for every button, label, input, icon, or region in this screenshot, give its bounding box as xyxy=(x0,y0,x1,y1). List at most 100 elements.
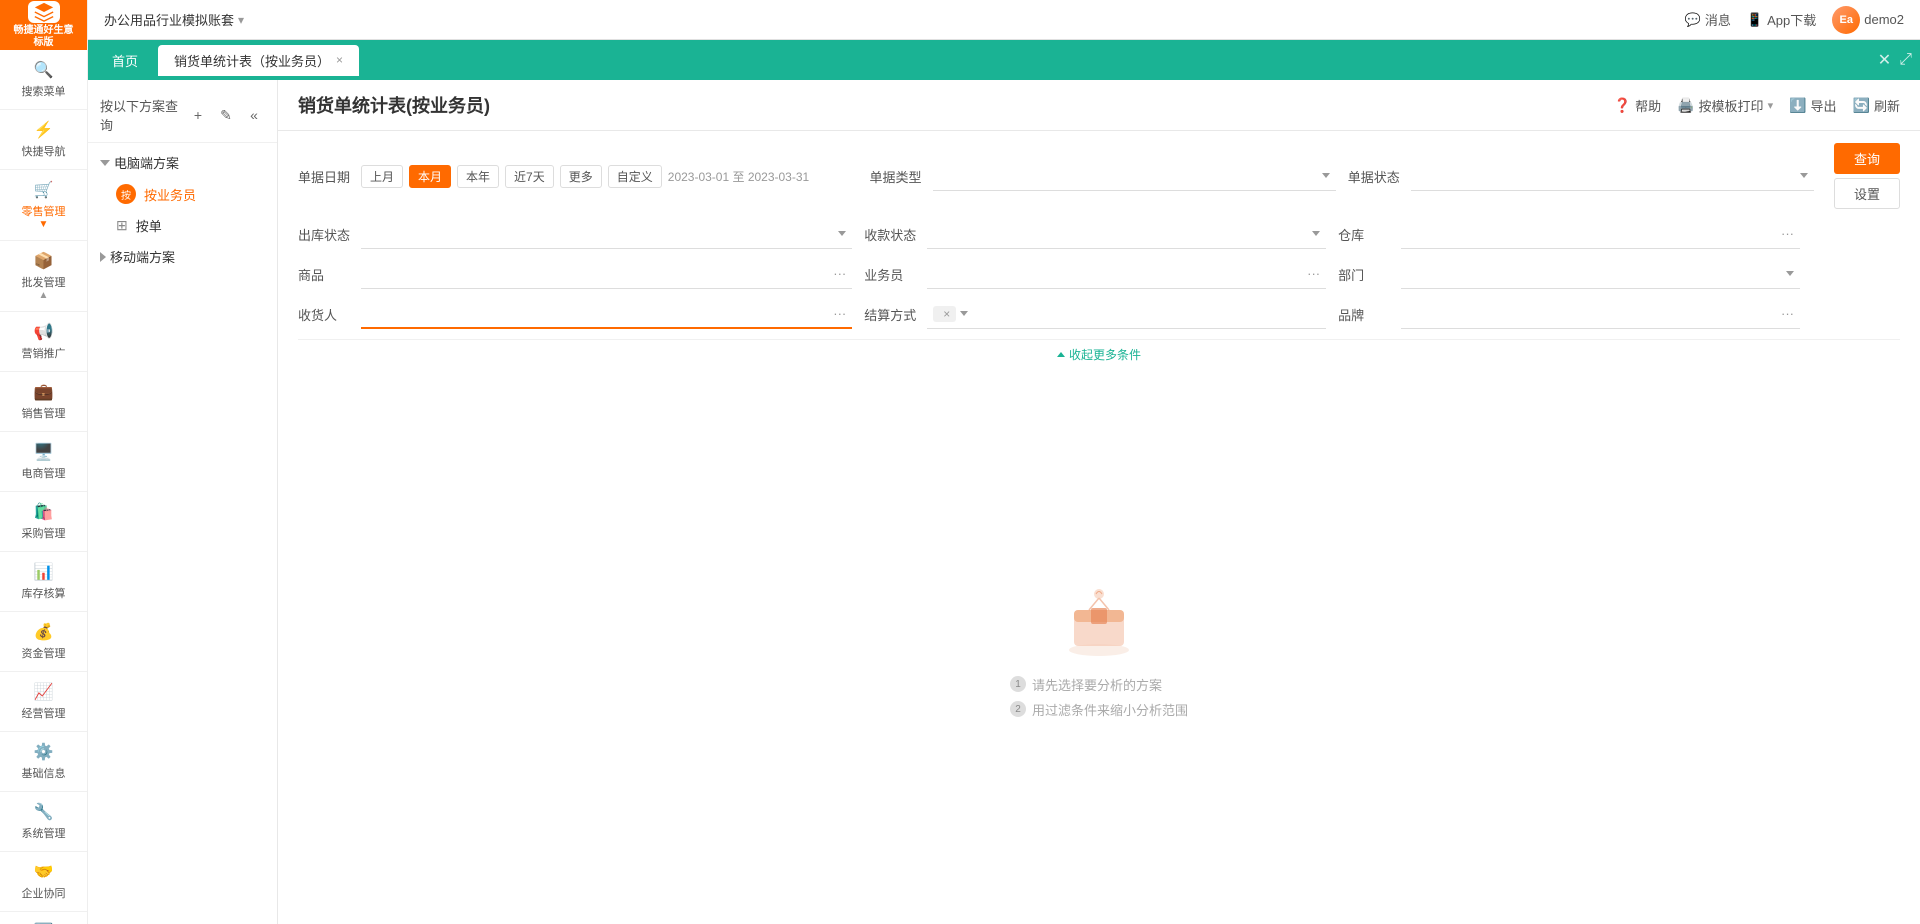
filter-goods-field[interactable]: ··· xyxy=(361,259,852,289)
export-icon: ⬇️ xyxy=(1789,97,1806,114)
settings-btn[interactable]: 设置 xyxy=(1834,178,1900,209)
help-btn[interactable]: ❓ 帮助 xyxy=(1614,96,1661,115)
date-more-btn[interactable]: 更多 xyxy=(560,165,602,188)
message-icon: 💬 xyxy=(1685,12,1701,28)
date-current-month-btn[interactable]: 本月 xyxy=(409,165,451,188)
scheme-item-by-order[interactable]: ⊞ 按单 xyxy=(88,210,277,241)
tab-home[interactable]: 首页 xyxy=(96,45,154,76)
inventory-icon: 📊 xyxy=(34,562,54,582)
filter-settlement-tag: × xyxy=(933,306,956,322)
filter-type-dropdown-icon xyxy=(1322,173,1330,178)
search-icon: 🔍 xyxy=(34,60,54,80)
sidebar-item-newuser[interactable]: 🆕 新手引导 xyxy=(0,912,87,924)
date-custom-btn[interactable]: 自定义 xyxy=(608,165,662,188)
sidebar-item-basic[interactable]: ⚙️ 基础信息 xyxy=(0,732,87,792)
tab-close-btn[interactable]: × xyxy=(336,53,343,67)
sidebar-item-marketing[interactable]: 📢 营销推广 xyxy=(0,312,87,372)
sidebar-item-finance[interactable]: 💰 资金管理 xyxy=(0,612,87,672)
wholesale-icon: 📦 xyxy=(34,251,54,271)
filter-salesperson-more-icon[interactable]: ··· xyxy=(1307,266,1320,281)
logo-main-text: 畅捷通好生意 xyxy=(14,25,74,37)
filter-type-field[interactable] xyxy=(933,161,1336,191)
sidebar-item-purchase[interactable]: 🛍️ 采购管理 xyxy=(0,492,87,552)
collapse-panel-btn[interactable]: « xyxy=(243,104,265,126)
sidebar-item-operations[interactable]: 📈 经营管理 xyxy=(0,672,87,732)
filter-settlement-label: 结算方式 xyxy=(864,305,919,324)
filter-goods-more-icon[interactable]: ··· xyxy=(833,266,846,281)
page-actions: ❓ 帮助 🖨️ 按模板打印 ▾ ⬇️ 导出 � xyxy=(1614,96,1900,115)
filter-warehouse-label: 仓库 xyxy=(1338,225,1393,244)
filter-date-item: 单据日期 上月 本月 本年 近7天 更多 自定义 2023-03-01 至 20… xyxy=(298,165,858,188)
operations-icon: 📈 xyxy=(34,682,54,702)
desktop-scheme-expand-icon xyxy=(100,160,110,166)
filter-brand-more-icon[interactable]: ··· xyxy=(1781,306,1794,321)
scheme-item-by-salesperson[interactable]: 按 按业务员 xyxy=(88,178,277,210)
topbar-right: 💬 消息 📱 App下载 Ea demo2 xyxy=(1685,6,1904,34)
left-panel-actions: + ✎ « xyxy=(187,104,265,126)
print-dropdown-icon[interactable]: ▾ xyxy=(1768,99,1774,112)
wholesale-expand-icon: ▲ xyxy=(39,290,49,301)
filter-receiver-field[interactable]: ··· xyxy=(361,299,852,329)
filter-status-label: 单据状态 xyxy=(1348,167,1403,186)
collapse-filter-icon xyxy=(1057,352,1065,357)
app-download-btn[interactable]: 📱 App下载 xyxy=(1747,10,1816,29)
system-icon: 🔧 xyxy=(34,802,54,822)
empty-illustration xyxy=(1049,580,1149,663)
user-profile[interactable]: Ea demo2 xyxy=(1832,6,1904,34)
sidebar-item-sales[interactable]: 💼 销售管理 xyxy=(0,372,87,432)
filter-status-dropdown-icon xyxy=(1800,173,1808,178)
tab-active-label: 销货单统计表（按业务员） xyxy=(174,51,330,70)
filter-warehouse-item: 仓库 ··· xyxy=(1338,219,1800,249)
query-btn[interactable]: 查询 xyxy=(1834,143,1900,174)
sidebar-item-system[interactable]: 🔧 系统管理 xyxy=(0,792,87,852)
date-prev-month-btn[interactable]: 上月 xyxy=(361,165,403,188)
company-dropdown-icon[interactable]: ▾ xyxy=(238,13,244,27)
content-area: 按以下方案查询 + ✎ « 电脑端方案 xyxy=(88,80,1920,924)
edit-scheme-btn[interactable]: ✎ xyxy=(215,104,237,126)
desktop-scheme-header[interactable]: 电脑端方案 xyxy=(88,147,277,178)
avatar: Ea xyxy=(1832,6,1860,34)
filter-payment-field[interactable] xyxy=(927,219,1326,249)
page-header: 销货单统计表(按业务员) ❓ 帮助 🖨️ 按模板打印 ▾ ⬇️ xyxy=(278,80,1920,131)
filter-brand-label: 品牌 xyxy=(1338,305,1393,324)
sidebar-item-search[interactable]: 🔍 搜索菜单 xyxy=(0,50,87,110)
tab-close-window-btn[interactable]: ✕ xyxy=(1878,50,1891,70)
collapse-filter-btn[interactable]: 收起更多条件 xyxy=(298,339,1900,369)
add-scheme-btn[interactable]: + xyxy=(187,104,209,126)
sales-icon: 💼 xyxy=(34,382,54,402)
sidebar-item-inventory[interactable]: 📊 库存核算 xyxy=(0,552,87,612)
sidebar-item-ecommerce[interactable]: 🖥️ 电商管理 xyxy=(0,432,87,492)
print-icon: 🖨️ xyxy=(1677,97,1694,114)
filter-goods-label: 商品 xyxy=(298,265,353,284)
sidebar-item-quicknav[interactable]: ⚡ 快捷导航 xyxy=(0,110,87,170)
filter-department-field[interactable] xyxy=(1401,259,1800,289)
filter-department-dropdown-icon xyxy=(1786,271,1794,276)
filter-brand-field[interactable]: ··· xyxy=(1401,299,1800,329)
print-btn[interactable]: 🖨️ 按模板打印 ▾ xyxy=(1677,96,1773,115)
sidebar-item-enterprise[interactable]: 🤝 企业协同 xyxy=(0,852,87,912)
filter-receiver-more-icon[interactable]: ··· xyxy=(833,306,846,321)
tab-active-sales-stats[interactable]: 销货单统计表（按业务员） × xyxy=(158,45,359,76)
filter-receiver-item: 收货人 ··· xyxy=(298,299,852,329)
tab-maximize-btn[interactable]: ⤢ xyxy=(1899,51,1912,69)
date-current-year-btn[interactable]: 本年 xyxy=(457,165,499,188)
filter-salesperson-field[interactable]: ··· xyxy=(927,259,1326,289)
filter-status-field[interactable] xyxy=(1411,161,1814,191)
filter-outbound-field[interactable] xyxy=(361,219,852,249)
filter-settlement-tag-close[interactable]: × xyxy=(943,307,950,321)
date-recent7-btn[interactable]: 近7天 xyxy=(505,165,554,188)
filter-warehouse-field[interactable]: ··· xyxy=(1401,219,1800,249)
mobile-scheme-header[interactable]: 移动端方案 xyxy=(88,241,277,272)
refresh-btn[interactable]: 🔄 刷新 xyxy=(1853,96,1900,115)
sidebar-item-wholesale[interactable]: 📦 批发管理 ▲ xyxy=(0,241,87,312)
filter-warehouse-more-icon[interactable]: ··· xyxy=(1781,226,1794,241)
export-btn[interactable]: ⬇️ 导出 xyxy=(1789,96,1836,115)
company-name[interactable]: 办公用品行业模拟账套 ▾ xyxy=(104,10,244,29)
ecommerce-icon: 🖥️ xyxy=(34,442,54,462)
scheme-active-dot: 按 xyxy=(116,184,136,204)
sidebar-item-retail[interactable]: 🛒 零售管理 ▼ xyxy=(0,170,87,241)
empty-state: 1 请先选择要分析的方案 2 用过滤条件来缩小分析范围 xyxy=(278,381,1920,924)
messages-btn[interactable]: 💬 消息 xyxy=(1685,10,1731,29)
filter-settlement-field[interactable]: × xyxy=(927,299,1326,329)
purchase-icon: 🛍️ xyxy=(34,502,54,522)
